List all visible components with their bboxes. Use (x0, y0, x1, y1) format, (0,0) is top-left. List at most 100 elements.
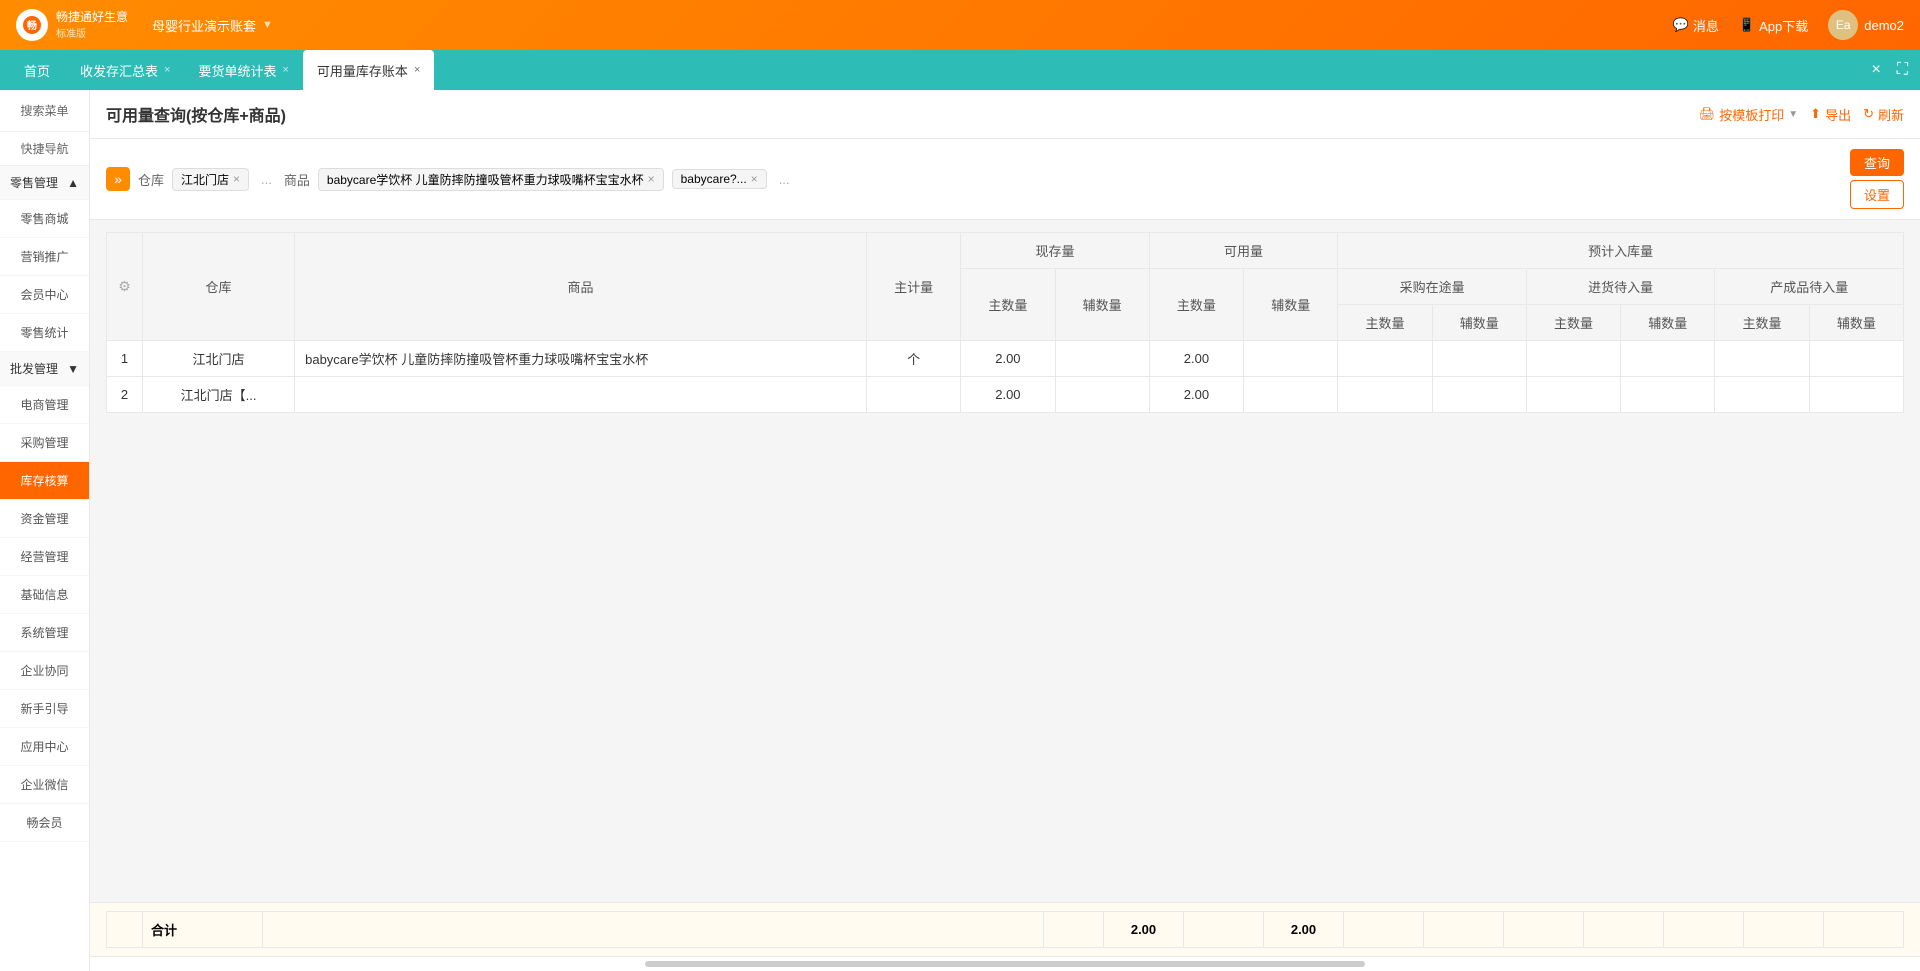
sidebar-item-wholesale-mgmt[interactable]: 批发管理 ▼ (0, 352, 89, 386)
close-tab-available[interactable]: × (414, 64, 420, 76)
cell-stock-aux-1 (1055, 377, 1149, 413)
table-container: ⚙ 仓库 商品 主计量 现存量 可用量 预计入库量 主数量 辅数量 主数量 辅数… (90, 220, 1920, 902)
col-production-aux: 辅数量 (1809, 305, 1903, 341)
col-stock-group: 现存量 (961, 233, 1150, 269)
warehouse-tag: 江北门店 × (172, 168, 249, 191)
product-tag-1: babycare学饮杯 儿童防摔防撞吸管杯重力球吸嘴杯宝宝水杯 × (318, 168, 664, 191)
cell-unit-0: 个 (867, 341, 961, 377)
remove-warehouse-tag[interactable]: × (233, 172, 240, 186)
col-forecast-group: 预计入库量 (1338, 233, 1904, 269)
cell-stock-aux-0 (1055, 341, 1149, 377)
logo-sub: 标准版 (56, 25, 128, 40)
export-icon: ⬆ (1810, 106, 1821, 122)
close-tab-receive[interactable]: × (164, 64, 170, 76)
query-btn[interactable]: 查询 (1850, 149, 1904, 176)
footer-avail-main: 2.00 (1264, 912, 1344, 948)
col-product-header: 商品 (295, 233, 867, 341)
chevron-icon-2: ▼ (67, 362, 79, 376)
filter-expand-btn[interactable]: » (106, 167, 130, 191)
footer-table: 合计 2.00 2.00 (106, 911, 1904, 948)
col-production-main: 主数量 (1715, 305, 1809, 341)
sidebar-item-marketing[interactable]: 营销推广 (0, 238, 89, 276)
cell-purchase-aux-0 (1432, 341, 1526, 377)
cell-avail-aux-1 (1244, 377, 1338, 413)
col-unit-header: 主计量 (867, 233, 961, 341)
tab-available[interactable]: 可用量库存账本 × (303, 50, 434, 90)
export-btn[interactable]: ⬆ 导出 (1810, 105, 1851, 124)
cell-incoming-aux-0 (1621, 341, 1715, 377)
col-available-group: 可用量 (1149, 233, 1338, 269)
page-actions: 🖨 按模板打印 ▼ ⬆ 导出 ↻ 刷新 (1699, 105, 1904, 124)
nav-tabs: 首页 收发存汇总表 × 要货单统计表 × 可用量库存账本 × × ⛶ (0, 50, 1920, 90)
cell-warehouse-1: 江北门店【... (143, 377, 295, 413)
sidebar-item-app-center[interactable]: 应用中心 (0, 728, 89, 766)
footer-purchase-aux (1504, 912, 1584, 948)
col-warehouse-header: 仓库 (143, 233, 295, 341)
cell-avail-aux-0 (1244, 341, 1338, 377)
sidebar-item-retail-stats[interactable]: 零售统计 (0, 314, 89, 352)
sidebar-item-new-guide[interactable]: 新手引导 (0, 690, 89, 728)
product-label: 商品 (284, 170, 310, 189)
close-all-tabs-btn[interactable]: × (1867, 57, 1884, 83)
product-tag-2: babycare?... × (672, 169, 767, 189)
dropdown-arrow-industry[interactable]: ▼ (262, 19, 273, 31)
sidebar-item-enterprise-wechat[interactable]: 企业微信 (0, 766, 89, 804)
sidebar-item-ecommerce[interactable]: 电商管理 (0, 386, 89, 424)
tab-receive[interactable]: 收发存汇总表 × (66, 50, 184, 90)
message-btn[interactable]: 💬 消息 (1673, 16, 1719, 35)
sidebar-item-basic-info[interactable]: 基础信息 (0, 576, 89, 614)
download-icon: 📱 (1739, 17, 1755, 33)
sidebar-quick-nav[interactable]: 快捷导航 (0, 132, 89, 166)
cell-avail-main-1: 2.00 (1149, 377, 1243, 413)
remove-product-tag1[interactable]: × (648, 172, 655, 186)
cell-index-1: 2 (107, 377, 143, 413)
cell-production-aux-1 (1809, 377, 1903, 413)
sidebar-item-member[interactable]: 会员中心 (0, 276, 89, 314)
cell-product-1 (295, 377, 867, 413)
close-tab-order[interactable]: × (282, 64, 288, 76)
sidebar-item-retail-mall[interactable]: 零售商城 (0, 200, 89, 238)
sidebar-item-member-plus[interactable]: 畅会员 (0, 804, 89, 842)
sidebar-item-purchase[interactable]: 采购管理 (0, 424, 89, 462)
col-purchase-aux: 辅数量 (1432, 305, 1526, 341)
sidebar-item-finance[interactable]: 资金管理 (0, 500, 89, 538)
footer-label: 合计 (143, 912, 263, 948)
footer-empty-3 (1044, 912, 1104, 948)
industry-selector[interactable]: 母婴行业演示账套 (152, 16, 256, 35)
sidebar-search[interactable]: 搜索菜单 (0, 90, 89, 132)
product-dots[interactable]: ... (775, 172, 794, 187)
sidebar-item-retail-mgmt[interactable]: 零售管理 ▲ (0, 166, 89, 200)
main-layout: 搜索菜单 快捷导航 零售管理 ▲ 零售商城 营销推广 会员中心 零售统计 批发管… (0, 90, 1920, 971)
remove-product-tag2[interactable]: × (751, 172, 758, 186)
cell-unit-1 (867, 377, 961, 413)
cell-index-0: 1 (107, 341, 143, 377)
sidebar-item-inventory[interactable]: 库存核算 (0, 462, 89, 500)
col-incoming-group: 进货待入量 (1526, 269, 1715, 305)
col-avail-main: 主数量 (1149, 269, 1243, 341)
expand-btn[interactable]: ⛶ (1893, 57, 1912, 83)
user-area[interactable]: Ea demo2 (1828, 10, 1904, 40)
warehouse-dots[interactable]: ... (257, 172, 276, 187)
col-incoming-main: 主数量 (1526, 305, 1620, 341)
settings-btn[interactable]: 设置 (1850, 180, 1904, 209)
footer-empty-1 (107, 912, 143, 948)
cell-production-aux-0 (1809, 341, 1903, 377)
print-btn[interactable]: 🖨 按模板打印 ▼ (1699, 105, 1798, 124)
sidebar-item-system[interactable]: 系统管理 (0, 614, 89, 652)
settings-icon[interactable]: ⚙ (118, 278, 131, 294)
sidebar-item-operations[interactable]: 经营管理 (0, 538, 89, 576)
cell-product-0: babycare学饮杯 儿童防摔防撞吸管杯重力球吸嘴杯宝宝水杯 (295, 341, 867, 377)
col-purchase-group: 采购在途量 (1338, 269, 1527, 305)
filter-action-buttons: 查询 设置 (1850, 149, 1904, 209)
app-download-btn[interactable]: 📱 App下载 (1739, 16, 1808, 35)
content-area: 可用量查询(按仓库+商品) 🖨 按模板打印 ▼ ⬆ 导出 ↻ 刷新 » (90, 90, 1920, 971)
tab-home[interactable]: 首页 (8, 61, 66, 80)
sidebar-item-enterprise[interactable]: 企业协同 (0, 652, 89, 690)
cell-warehouse-0: 江北门店 (143, 341, 295, 377)
filter-bar: » 仓库 江北门店 × ... 商品 babycare学饮杯 儿童防摔防撞吸管杯… (90, 139, 1920, 220)
col-production-group: 产成品待入量 (1715, 269, 1904, 305)
tab-order[interactable]: 要货单统计表 × (184, 50, 302, 90)
col-settings-header[interactable]: ⚙ (107, 233, 143, 341)
refresh-btn[interactable]: ↻ 刷新 (1863, 105, 1904, 124)
message-icon: 💬 (1673, 17, 1689, 33)
